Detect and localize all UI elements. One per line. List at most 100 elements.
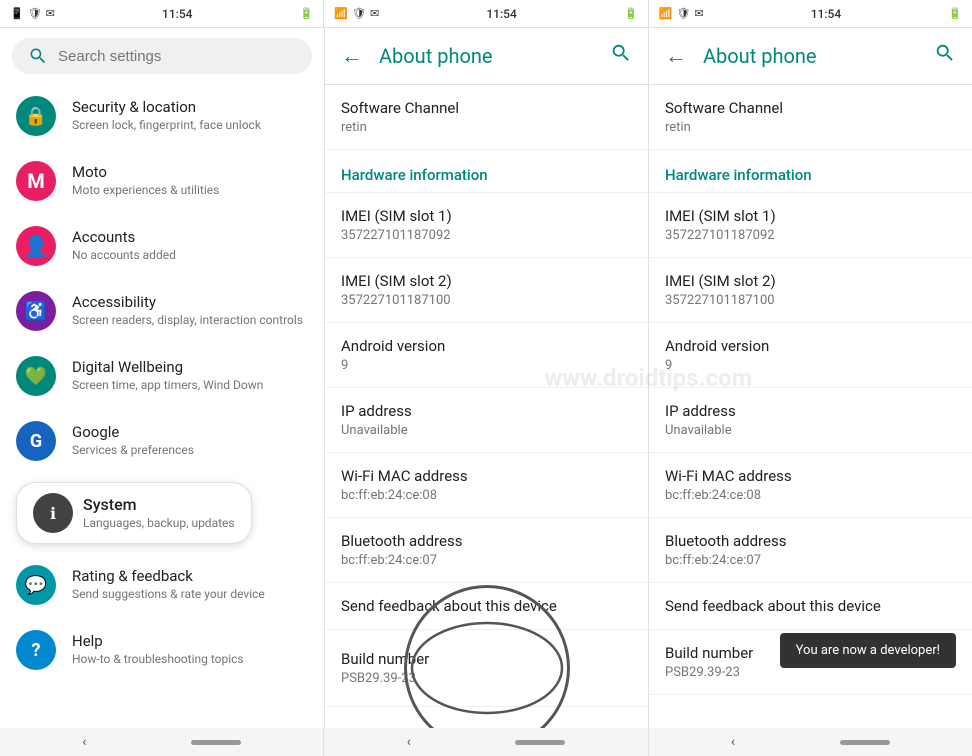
message-icon: ✉ xyxy=(46,7,55,20)
settings-item-rating[interactable]: 💬 Rating & feedback Send suggestions & r… xyxy=(0,553,324,618)
info-wifi-1[interactable]: Wi-Fi MAC address bc:ff:eb:24:ce:08 xyxy=(325,453,648,518)
rating-title: Rating & feedback xyxy=(72,567,308,585)
panel-content-1: Software Channel retin Hardware informat… xyxy=(325,85,648,728)
accounts-subtitle: No accounts added xyxy=(72,248,308,264)
wifi-title-2: Wi-Fi MAC address xyxy=(665,467,956,485)
status-icons-right: 📶 🛡 ✉ xyxy=(659,7,704,20)
hardware-label-1: Hardware information xyxy=(341,166,632,184)
search-bar[interactable] xyxy=(12,38,312,74)
about-panel-1: ← About phone Software Channel retin Har… xyxy=(325,28,649,728)
settings-item-digital-wellbeing[interactable]: 💚 Digital Wellbeing Screen time, app tim… xyxy=(0,344,324,409)
ip-title-1: IP address xyxy=(341,402,632,420)
info-software-channel-1[interactable]: Software Channel retin xyxy=(325,85,648,150)
info-imei1-1[interactable]: IMEI (SIM slot 1) 357227101187092 xyxy=(325,193,648,258)
info-android-2[interactable]: Android version 9 xyxy=(649,323,972,388)
google-icon: G xyxy=(16,421,56,461)
accounts-icon: 👤 xyxy=(16,226,56,266)
status-battery-mid: 🔋 xyxy=(624,7,638,20)
nav-mid: ‹ xyxy=(324,728,648,756)
info-bt-1[interactable]: Bluetooth address bc:ff:eb:24:ce:07 xyxy=(325,518,648,583)
settings-panel: 🔒 Security & location Screen lock, finge… xyxy=(0,28,325,728)
imei1-title-1: IMEI (SIM slot 1) xyxy=(341,207,632,225)
status-icons-mid: 📶 🛡 ✉ xyxy=(334,7,379,20)
settings-item-google[interactable]: G Google Services & preferences xyxy=(0,409,324,474)
info-bt-2[interactable]: Bluetooth address bc:ff:eb:24:ce:07 xyxy=(649,518,972,583)
system-icon: ℹ xyxy=(33,493,73,533)
security-text: Security & location Screen lock, fingerp… xyxy=(72,98,308,134)
info-imei2-2[interactable]: IMEI (SIM slot 2) 357227101187100 xyxy=(649,258,972,323)
info-title-sc1: Software Channel xyxy=(341,99,632,117)
ip-title-2: IP address xyxy=(665,402,956,420)
back-button-left[interactable]: ‹ xyxy=(82,734,86,750)
build-subtitle-1: PSB29.39-23 xyxy=(341,671,632,686)
imei1-title-2: IMEI (SIM slot 1) xyxy=(665,207,956,225)
moto-text: Moto Moto experiences & utilities xyxy=(72,163,308,199)
wifi-subtitle-2: bc:ff:eb:24:ce:08 xyxy=(665,488,956,503)
digital-wellbeing-text: Digital Wellbeing Screen time, app timer… xyxy=(72,358,308,394)
bt-subtitle-1: bc:ff:eb:24:ce:07 xyxy=(341,553,632,568)
search-icon-1[interactable] xyxy=(610,42,632,70)
accessibility-title: Accessibility xyxy=(72,293,308,311)
digital-wellbeing-icon: 💚 xyxy=(16,356,56,396)
status-section-right: 📶 🛡 ✉ 11:54 🔋 xyxy=(649,0,972,27)
info-build-1[interactable]: Build number PSB29.39-23 xyxy=(325,630,648,707)
phone-icon: 📱 xyxy=(10,7,24,20)
info-android-1[interactable]: Android version 9 xyxy=(325,323,648,388)
rating-text: Rating & feedback Send suggestions & rat… xyxy=(72,567,308,603)
google-text: Google Services & preferences xyxy=(72,423,308,459)
settings-item-security[interactable]: 🔒 Security & location Screen lock, finge… xyxy=(0,84,324,149)
ip-subtitle-1: Unavailable xyxy=(341,423,632,438)
help-subtitle: How-to & troubleshooting topics xyxy=(72,652,308,668)
imei1-subtitle-1: 357227101187092 xyxy=(341,228,632,243)
moto-title: Moto xyxy=(72,163,308,181)
search-icon-2[interactable] xyxy=(934,42,956,70)
help-icon: ? xyxy=(16,630,56,670)
moto-icon: M xyxy=(16,161,56,201)
android-subtitle-1: 9 xyxy=(341,358,632,373)
info-feedback-2[interactable]: Send feedback about this device xyxy=(649,583,972,630)
message-icon-right: ✉ xyxy=(694,7,703,20)
back-button-right[interactable]: ‹ xyxy=(731,734,735,750)
security-subtitle: Screen lock, fingerprint, face unlock xyxy=(72,118,308,134)
info-feedback-1[interactable]: Send feedback about this device xyxy=(325,583,648,630)
settings-item-moto[interactable]: M Moto Moto experiences & utilities xyxy=(0,149,324,214)
search-input[interactable] xyxy=(58,48,296,65)
hardware-label-2: Hardware information xyxy=(665,166,956,184)
search-icon xyxy=(28,46,48,66)
back-button-mid[interactable]: ‹ xyxy=(407,734,411,750)
shield-icon-right: 🛡 xyxy=(676,7,690,20)
info-subtitle-sc1: retin xyxy=(341,120,632,135)
info-imei1-2[interactable]: IMEI (SIM slot 1) 357227101187092 xyxy=(649,193,972,258)
system-text: System Languages, backup, updates xyxy=(83,495,235,532)
imei2-subtitle-2: 357227101187100 xyxy=(665,293,956,308)
hardware-section-1: Hardware information xyxy=(325,150,648,193)
imei2-title-1: IMEI (SIM slot 2) xyxy=(341,272,632,290)
system-subtitle: Languages, backup, updates xyxy=(83,516,235,532)
signal-icon-right: 📶 xyxy=(659,7,673,20)
about-panel-2: ← About phone Software Channel retin Har… xyxy=(649,28,972,728)
feedback-title-2: Send feedback about this device xyxy=(665,597,956,615)
info-software-channel-2[interactable]: Software Channel retin xyxy=(649,85,972,150)
imei2-subtitle-1: 357227101187100 xyxy=(341,293,632,308)
panel-title-1: About phone xyxy=(379,44,594,68)
info-imei2-1[interactable]: IMEI (SIM slot 2) 357227101187100 xyxy=(325,258,648,323)
settings-item-accounts[interactable]: 👤 Accounts No accounts added xyxy=(0,214,324,279)
status-time-left: 11:54 xyxy=(162,7,192,21)
status-bar: 📱 🛡 ✉ 11:54 🔋 📶 🛡 ✉ 11:54 🔋 📶 🛡 ✉ 11:54 … xyxy=(0,0,972,28)
wifi-subtitle-1: bc:ff:eb:24:ce:08 xyxy=(341,488,632,503)
settings-item-system[interactable]: ℹ System Languages, backup, updates xyxy=(0,474,324,553)
status-section-mid: 📶 🛡 ✉ 11:54 🔋 xyxy=(324,0,648,27)
settings-item-accessibility[interactable]: ♿ Accessibility Screen readers, display,… xyxy=(0,279,324,344)
battery-icon-right: 🔋 xyxy=(948,7,962,20)
settings-item-help[interactable]: ? Help How-to & troubleshooting topics xyxy=(0,618,324,683)
info-ip-2[interactable]: IP address Unavailable xyxy=(649,388,972,453)
nav-pill-mid xyxy=(515,740,565,745)
info-title-sc2: Software Channel xyxy=(665,99,956,117)
digital-wellbeing-title: Digital Wellbeing xyxy=(72,358,308,376)
back-icon-1[interactable]: ← xyxy=(341,43,363,69)
bt-title-1: Bluetooth address xyxy=(341,532,632,550)
info-wifi-2[interactable]: Wi-Fi MAC address bc:ff:eb:24:ce:08 xyxy=(649,453,972,518)
back-icon-2[interactable]: ← xyxy=(665,43,687,69)
ip-subtitle-2: Unavailable xyxy=(665,423,956,438)
info-ip-1[interactable]: IP address Unavailable xyxy=(325,388,648,453)
